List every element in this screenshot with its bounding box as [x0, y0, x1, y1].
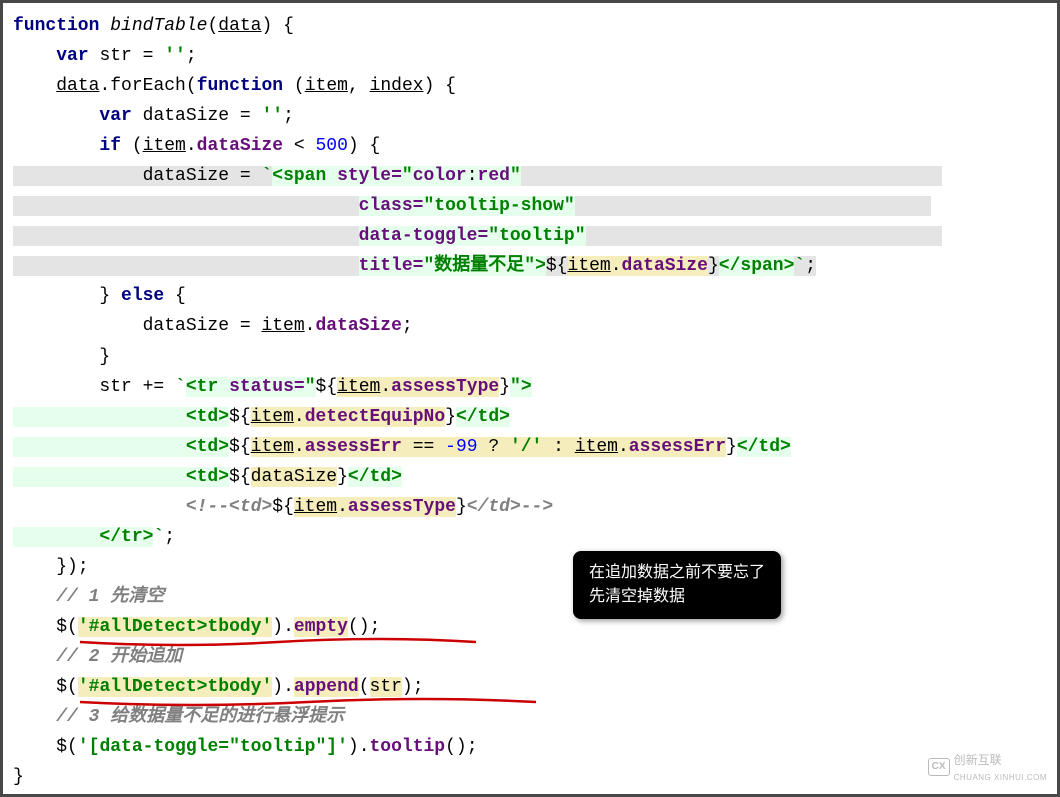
comment: // 3 给数据量不足的进行悬浮提示	[56, 707, 344, 727]
watermark-url: CHUANG XINHUI.COM	[954, 771, 1047, 784]
property: dataSize	[197, 136, 283, 156]
keyword: function	[13, 16, 99, 36]
annotation-callout: 在追加数据之前不要忘了 先清空掉数据	[573, 551, 781, 619]
keyword: var	[56, 46, 88, 66]
keyword: else	[121, 286, 164, 306]
var: str	[99, 377, 131, 397]
string: ''	[261, 106, 283, 126]
keyword: function	[197, 76, 283, 96]
watermark-name: 创新互联	[954, 750, 1047, 770]
code-block: function bindTable(data) { var str = '';…	[13, 11, 1047, 792]
param: item	[143, 136, 186, 156]
obj: data	[56, 76, 99, 96]
code-screenshot: function bindTable(data) { var str = '';…	[0, 0, 1060, 797]
var: str	[99, 46, 131, 66]
number: 500	[316, 136, 348, 156]
watermark-logo-icon: CX	[928, 758, 950, 776]
function-name: bindTable	[110, 16, 207, 36]
param: data	[218, 16, 261, 36]
keyword: var	[99, 106, 131, 126]
param: item	[305, 76, 348, 96]
var: dataSize	[143, 316, 229, 336]
callout-line1: 在追加数据之前不要忘了	[589, 561, 765, 585]
callout-line2: 先清空掉数据	[589, 585, 765, 609]
param: index	[370, 76, 424, 96]
comment: // 2 开始追加	[56, 647, 182, 667]
var: dataSize	[143, 106, 229, 126]
var: dataSize	[143, 166, 229, 186]
comment: // 1 先清空	[56, 587, 164, 607]
string: ''	[164, 46, 186, 66]
watermark: CX 创新互联 CHUANG XINHUI.COM	[928, 750, 1047, 784]
keyword: if	[99, 136, 121, 156]
